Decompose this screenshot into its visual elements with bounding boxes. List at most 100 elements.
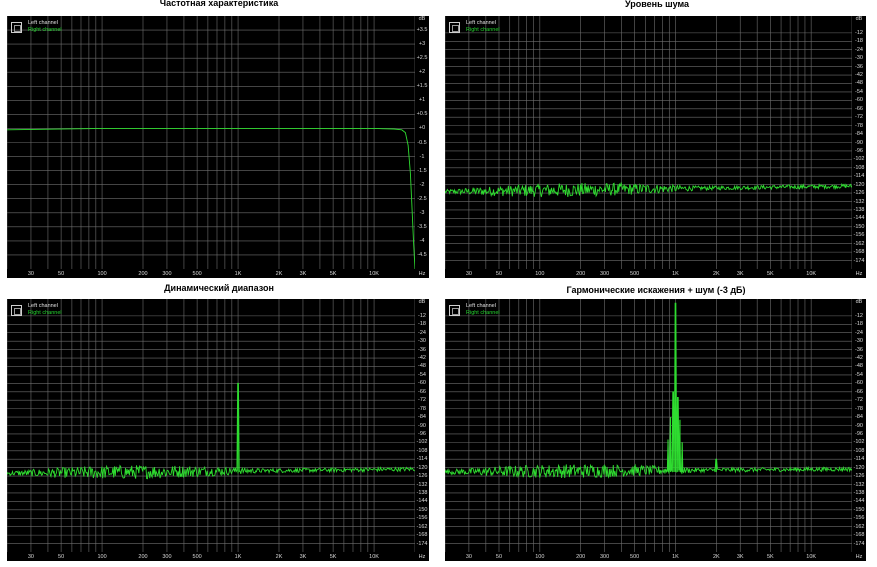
y-tick-label: -168	[853, 249, 865, 256]
horizontal-gridlines	[7, 315, 415, 544]
y-tick-label: -156	[853, 232, 865, 239]
y-tick-label: -48	[855, 363, 863, 370]
y-tick-label: -12	[418, 312, 426, 319]
y-tick-label: -96	[855, 147, 863, 154]
horizontal-gridlines	[445, 315, 852, 544]
plot-area: Left channel Right channel	[7, 16, 415, 269]
y-tick-label: -90	[855, 422, 863, 429]
y-tick-label: -126	[853, 190, 865, 197]
y-tick-label: -108	[853, 447, 865, 454]
y-axis: dB -12 -18 -24 -30 -36 -42 -48 -54 -60 -66 -72 -78 -8…	[852, 16, 866, 278]
chart-title: Частотная характеристика	[159, 0, 279, 8]
x-unit-label: Hz	[418, 554, 426, 560]
y-tick-label: -90	[418, 422, 426, 429]
y-tick-label: +0.5	[416, 111, 428, 118]
x-tick-label: 30	[465, 554, 472, 560]
y-tick-label: -174	[416, 540, 428, 547]
x-tick-label: 50	[495, 271, 503, 277]
y-tick-label: -78	[418, 405, 426, 412]
x-axis: 30 50 100 200 300 500 1K 2K 3K 5K 10K Hz	[445, 553, 866, 561]
x-tick-label: 3K	[736, 554, 744, 560]
y-tick-label: -120	[416, 464, 428, 471]
y-tick-label: -96	[418, 430, 426, 437]
x-tick-label: 10K	[369, 554, 379, 560]
y-tick-label: -4	[419, 237, 425, 244]
y-tick-label: +1.5	[416, 83, 428, 90]
y-tick-label: +1	[418, 97, 426, 104]
series-right-channel-trace	[7, 382, 415, 480]
x-tick-label: 10K	[806, 271, 817, 277]
y-tick-label: -18	[855, 321, 863, 328]
legend-right-channel: Right channel	[466, 27, 500, 33]
legend-right-channel: Right channel	[28, 310, 62, 316]
y-tick-label: -96	[855, 430, 863, 437]
y-tick-label: -18	[855, 38, 863, 45]
legend-icon	[449, 22, 460, 33]
chart-title: Гармонические искажения + шум (-3 дБ)	[566, 285, 746, 295]
plot-area: Left channel Right channel	[7, 299, 415, 552]
x-axis: 30 50 100 200 300 500 1K 2K 3K 5K 10K Hz	[7, 553, 429, 561]
y-tick-label: -90	[855, 139, 863, 146]
y-tick-label: +2.5	[416, 55, 428, 62]
x-tick-label: 50	[58, 271, 65, 277]
y-tick-label: -24	[855, 329, 863, 336]
x-tick-label: 100	[535, 554, 545, 560]
y-tick-label: -150	[853, 223, 865, 230]
y-tick-label: -24	[418, 329, 426, 336]
y-tick-label: +3.5	[416, 27, 428, 34]
chart-area: Left channel Right channel dB -12 -18 -24 -30-…	[445, 299, 866, 561]
y-tick-label: -60	[855, 380, 863, 387]
y-tick-label: -1.5	[417, 167, 427, 174]
y-tick-label: -114	[853, 173, 865, 180]
y-tick-label: -2	[419, 181, 425, 188]
plot-svg	[445, 299, 852, 552]
plot-area: Left channel Right channel	[445, 16, 852, 269]
x-tick-label: 100	[97, 554, 107, 560]
x-tick-label: 30	[27, 271, 34, 277]
x-tick-label: 300	[162, 554, 172, 560]
chart-title: Уровень шума	[624, 0, 690, 9]
legend-left-channel: Left channel	[466, 20, 496, 26]
y-tick-label: -36	[418, 346, 426, 353]
y-tick-label: -60	[418, 380, 426, 387]
x-tick-label: 200	[576, 271, 586, 277]
y-axis: dB +3.5 +3 +2.5 +2 +1.5 +1 +0.5 +0 -0.5 -1 -1.5 -2 -2…	[415, 16, 429, 278]
x-tick-label: 50	[495, 554, 503, 560]
y-tick-label: dB	[855, 16, 863, 22]
x-tick-label: 2K	[275, 554, 283, 560]
x-tick-label: 300	[599, 554, 610, 560]
y-tick-label: -12	[855, 312, 863, 319]
x-tick-label: 1K	[234, 271, 242, 277]
legend-left-channel: Left channel	[466, 303, 496, 309]
y-tick-label: -42	[855, 355, 863, 362]
y-tick-label: -48	[855, 80, 863, 87]
x-tick-label: 3K	[736, 271, 744, 277]
y-tick-label: +3	[418, 41, 426, 48]
x-tick-label: 10K	[369, 271, 379, 277]
x-tick-label: 1K	[672, 271, 679, 277]
y-tick-label: -30	[418, 338, 426, 345]
y-tick-label: -174	[853, 540, 865, 547]
y-tick-label: -78	[855, 122, 863, 129]
legend-right-channel: Right channel	[466, 310, 500, 316]
x-tick-label: 500	[630, 271, 640, 277]
y-tick-label: -150	[853, 506, 865, 513]
x-tick-label: 500	[192, 271, 202, 277]
y-tick-label: dB	[855, 299, 863, 305]
x-unit-label: Hz	[418, 271, 426, 277]
y-tick-label: -132	[853, 198, 865, 205]
x-tick-label: 5K	[766, 271, 774, 277]
y-tick-label: -84	[855, 131, 863, 138]
x-tick-label: 5K	[329, 271, 337, 277]
y-tick-label: -174	[853, 257, 865, 264]
y-tick-label: -72	[855, 397, 863, 404]
y-tick-label: -162	[853, 523, 865, 530]
y-tick-label: dB	[418, 16, 426, 22]
chart-area: Left channel Right channel dB -12 -18 -24 -30-…	[445, 16, 866, 278]
horizontal-gridlines	[7, 29, 415, 256]
y-tick-label: -78	[855, 405, 863, 412]
plot-svg	[7, 299, 415, 552]
y-tick-label: -114	[853, 456, 865, 463]
x-axis: 30 50 100 200 300 500 1K 2K 3K 5K 10K Hz	[445, 270, 866, 278]
x-tick-label: 1K	[234, 554, 242, 560]
